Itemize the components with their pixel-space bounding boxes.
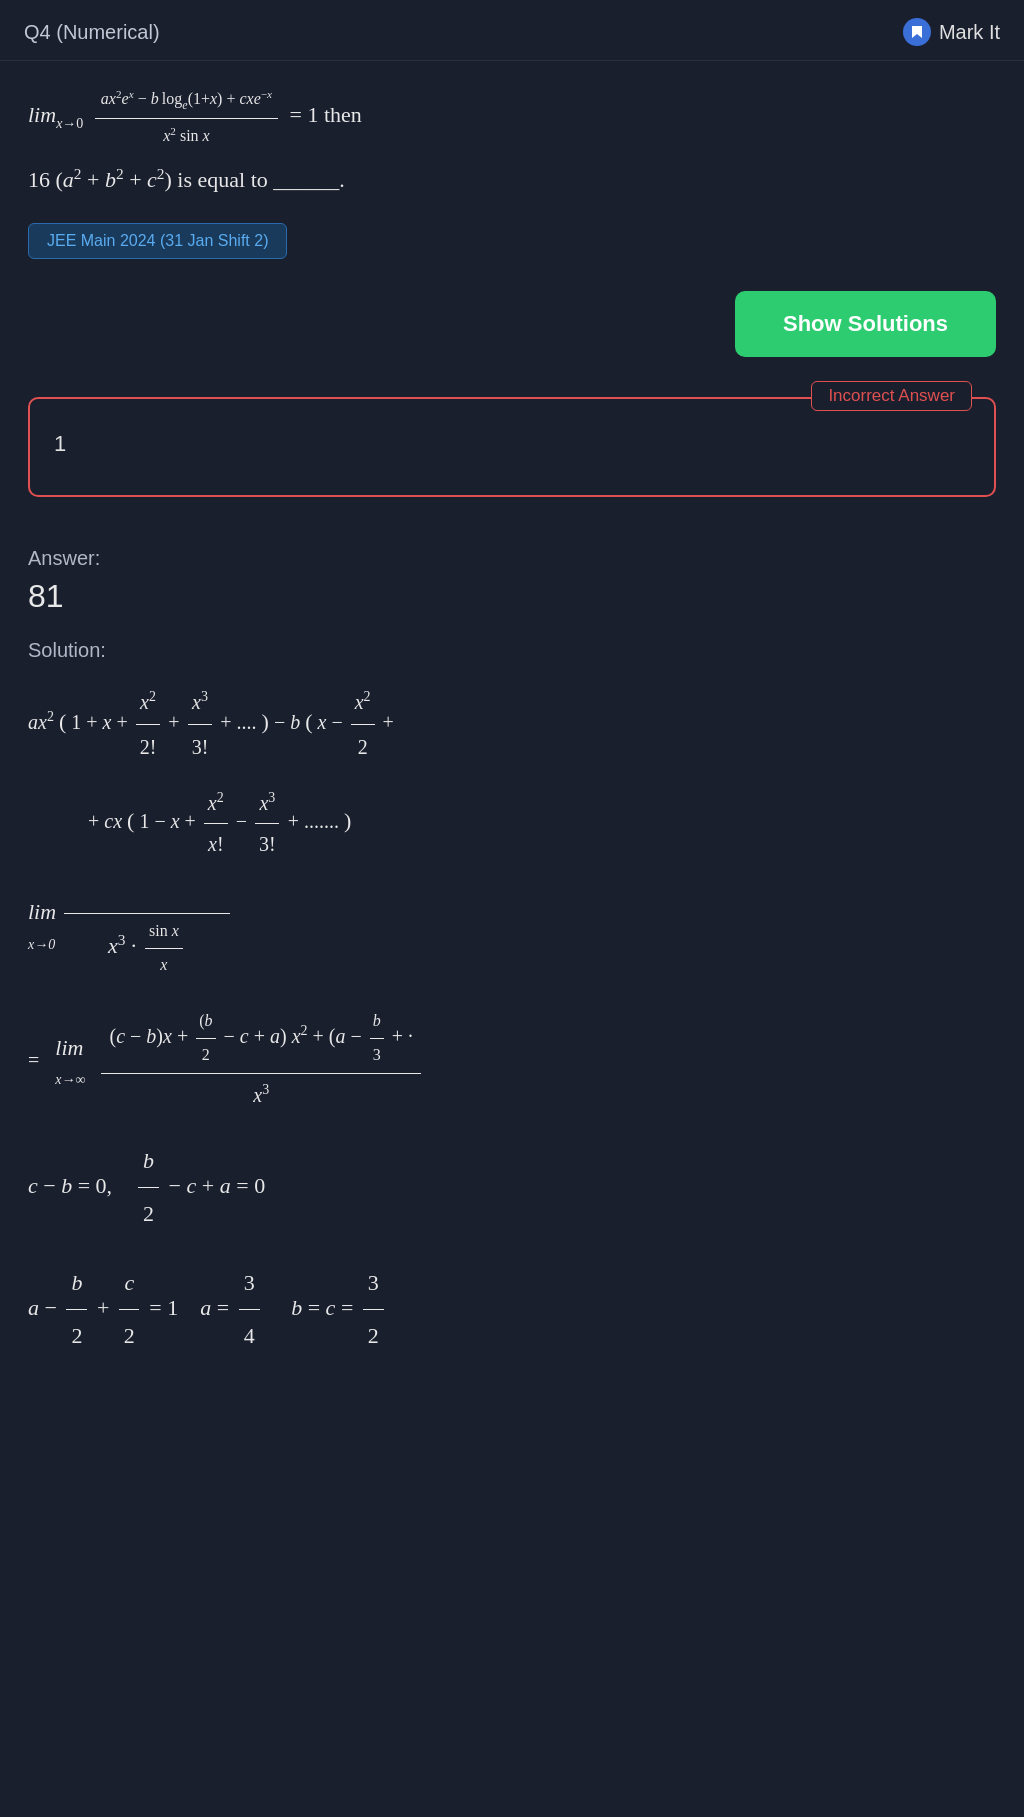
solution-math: ax2 ( 1 + x + x2 2! + x3 3! + .... ) − b…: [28, 682, 996, 1360]
exam-tag-badge: JEE Main 2024 (31 Jan Shift 2): [28, 223, 996, 291]
solution-line-1: ax2 ( 1 + x + x2 2! + x3 3! + .... ) − b…: [28, 682, 996, 767]
question-id: Q4 (Numerical): [24, 21, 160, 44]
mark-it-label: Mark It: [939, 21, 1000, 44]
solution-label: Solution:: [28, 639, 996, 662]
solution-line-2: + cx ( 1 − x + x2 x! − x3 3! + ....... ): [28, 785, 996, 862]
answer-box-wrapper: Incorrect Answer 1: [28, 397, 996, 497]
solution-conditions: c − b = 0, b 2 − c + a = 0: [28, 1137, 996, 1239]
answer-label: Answer:: [28, 547, 996, 570]
show-solutions-button[interactable]: Show Solutions: [735, 291, 996, 357]
solution-final: a − b 2 + c 2 = 1 a = 3 4 b = c =: [28, 1259, 996, 1361]
tag-label: JEE Main 2024 (31 Jan Shift 2): [28, 223, 287, 259]
answer-input-box[interactable]: 1: [28, 397, 996, 497]
incorrect-label: Incorrect Answer: [811, 381, 972, 411]
bookmark-icon: [903, 18, 931, 46]
solution-limit-2: = lim x→∞ (c − b)x + (b 2 − c + a) x2 +: [28, 1007, 996, 1113]
main-content: limx→0 ax2ex − b loge(1+x) + cxe−x x2 si…: [0, 61, 1024, 1400]
question-header: Q4 (Numerical) Mark It: [0, 0, 1024, 61]
question-math: limx→0 ax2ex − b loge(1+x) + cxe−x x2 si…: [28, 85, 996, 199]
mark-it-button[interactable]: Mark It: [903, 18, 1000, 46]
solution-lim-frac: lim x→0 x3 · sin x x: [28, 870, 996, 979]
solution-section: Solution: ax2 ( 1 + x + x2 2! + x3 3! + …: [28, 639, 996, 1360]
user-answer-value: 1: [54, 431, 66, 456]
answer-value: 81: [28, 578, 996, 615]
answer-section: Answer: 81: [28, 547, 996, 615]
